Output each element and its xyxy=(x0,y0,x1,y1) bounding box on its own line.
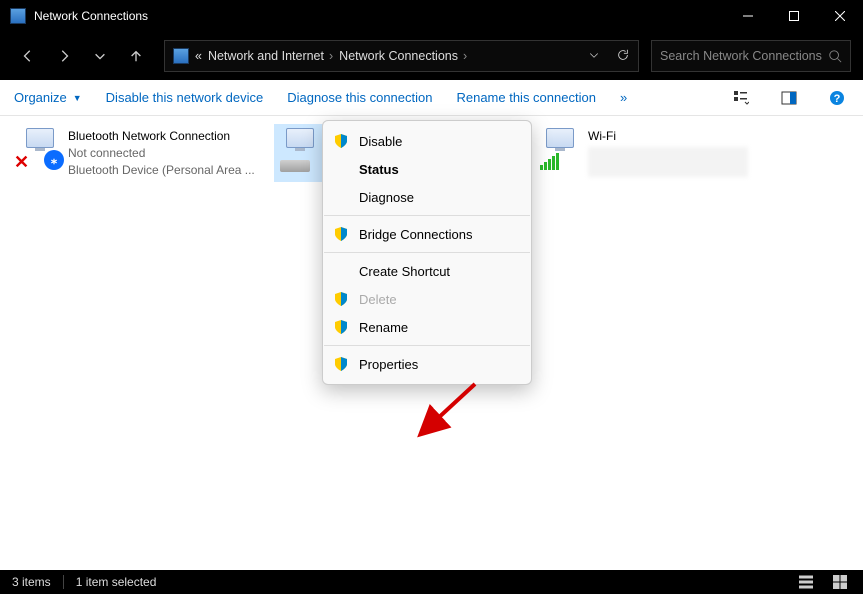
connection-name: Bluetooth Network Connection xyxy=(68,128,255,145)
command-bar: Organize▼ Disable this network device Di… xyxy=(0,80,863,116)
back-button[interactable] xyxy=(12,40,44,72)
redacted-text xyxy=(588,147,748,177)
help-button[interactable]: ? xyxy=(825,86,849,110)
menu-disable[interactable]: Disable xyxy=(323,127,531,155)
disable-device-button[interactable]: Disable this network device xyxy=(106,90,264,105)
menu-delete: Delete xyxy=(323,285,531,313)
menu-status[interactable]: Status xyxy=(323,155,531,183)
menu-separator xyxy=(324,215,530,216)
ethernet-connection-icon xyxy=(278,128,322,168)
context-menu: Disable Status Diagnose Bridge Connectio… xyxy=(322,120,532,385)
connection-wifi[interactable]: Wi-Fi xyxy=(534,124,782,182)
shield-icon xyxy=(333,133,349,149)
selection-count: 1 item selected xyxy=(76,575,157,589)
forward-button[interactable] xyxy=(48,40,80,72)
shield-icon xyxy=(333,319,349,335)
view-options-button[interactable] xyxy=(729,86,753,110)
menu-diagnose[interactable]: Diagnose xyxy=(323,183,531,211)
shield-icon xyxy=(333,356,349,372)
organize-menu[interactable]: Organize▼ xyxy=(14,90,82,105)
divider xyxy=(63,575,64,589)
connection-status: Not connected xyxy=(68,145,255,162)
connection-name: Wi-Fi xyxy=(588,128,748,145)
large-icons-view-button[interactable] xyxy=(829,574,851,590)
shield-icon xyxy=(333,226,349,242)
address-dropdown-icon[interactable] xyxy=(588,49,600,64)
breadcrumb-prefix: « xyxy=(195,49,202,63)
menu-create-shortcut[interactable]: Create Shortcut xyxy=(323,257,531,285)
up-button[interactable] xyxy=(120,40,152,72)
address-bar[interactable]: « Network and Internet› Network Connecti… xyxy=(164,40,639,72)
breadcrumb-parent[interactable]: Network and Internet› xyxy=(208,49,333,63)
preview-pane-button[interactable] xyxy=(777,86,801,110)
breadcrumb-current[interactable]: Network Connections› xyxy=(339,49,467,63)
menu-rename[interactable]: Rename xyxy=(323,313,531,341)
search-icon xyxy=(828,49,842,63)
maximize-button[interactable] xyxy=(771,0,817,32)
item-count: 3 items xyxy=(12,575,51,589)
menu-properties[interactable]: Properties xyxy=(323,350,531,378)
bluetooth-connection-icon: ✕ ⁎ xyxy=(18,128,62,168)
search-input[interactable]: Search Network Connections xyxy=(651,40,851,72)
minimize-button[interactable] xyxy=(725,0,771,32)
app-icon xyxy=(10,8,26,24)
window-title: Network Connections xyxy=(34,9,725,23)
details-view-button[interactable] xyxy=(795,574,817,590)
shield-icon xyxy=(333,291,349,307)
search-placeholder: Search Network Connections xyxy=(660,49,822,63)
wifi-connection-icon xyxy=(538,128,582,168)
content-area: ✕ ⁎ Bluetooth Network Connection Not con… xyxy=(0,116,863,570)
nav-bar: « Network and Internet› Network Connecti… xyxy=(0,32,863,80)
more-commands-button[interactable]: » xyxy=(620,90,627,105)
diagnose-connection-button[interactable]: Diagnose this connection xyxy=(287,90,432,105)
annotation-arrow xyxy=(415,374,485,449)
svg-text:?: ? xyxy=(834,93,841,105)
connection-device: Bluetooth Device (Personal Area ... xyxy=(68,162,255,179)
refresh-button[interactable] xyxy=(616,48,630,65)
recent-locations-button[interactable] xyxy=(84,40,116,72)
close-button[interactable] xyxy=(817,0,863,32)
location-icon xyxy=(173,48,189,64)
rename-connection-button[interactable]: Rename this connection xyxy=(456,90,595,105)
title-bar: Network Connections xyxy=(0,0,863,32)
menu-separator xyxy=(324,252,530,253)
menu-separator xyxy=(324,345,530,346)
connection-bluetooth[interactable]: ✕ ⁎ Bluetooth Network Connection Not con… xyxy=(14,124,262,182)
menu-bridge-connections[interactable]: Bridge Connections xyxy=(323,220,531,248)
status-bar: 3 items 1 item selected xyxy=(0,570,863,594)
